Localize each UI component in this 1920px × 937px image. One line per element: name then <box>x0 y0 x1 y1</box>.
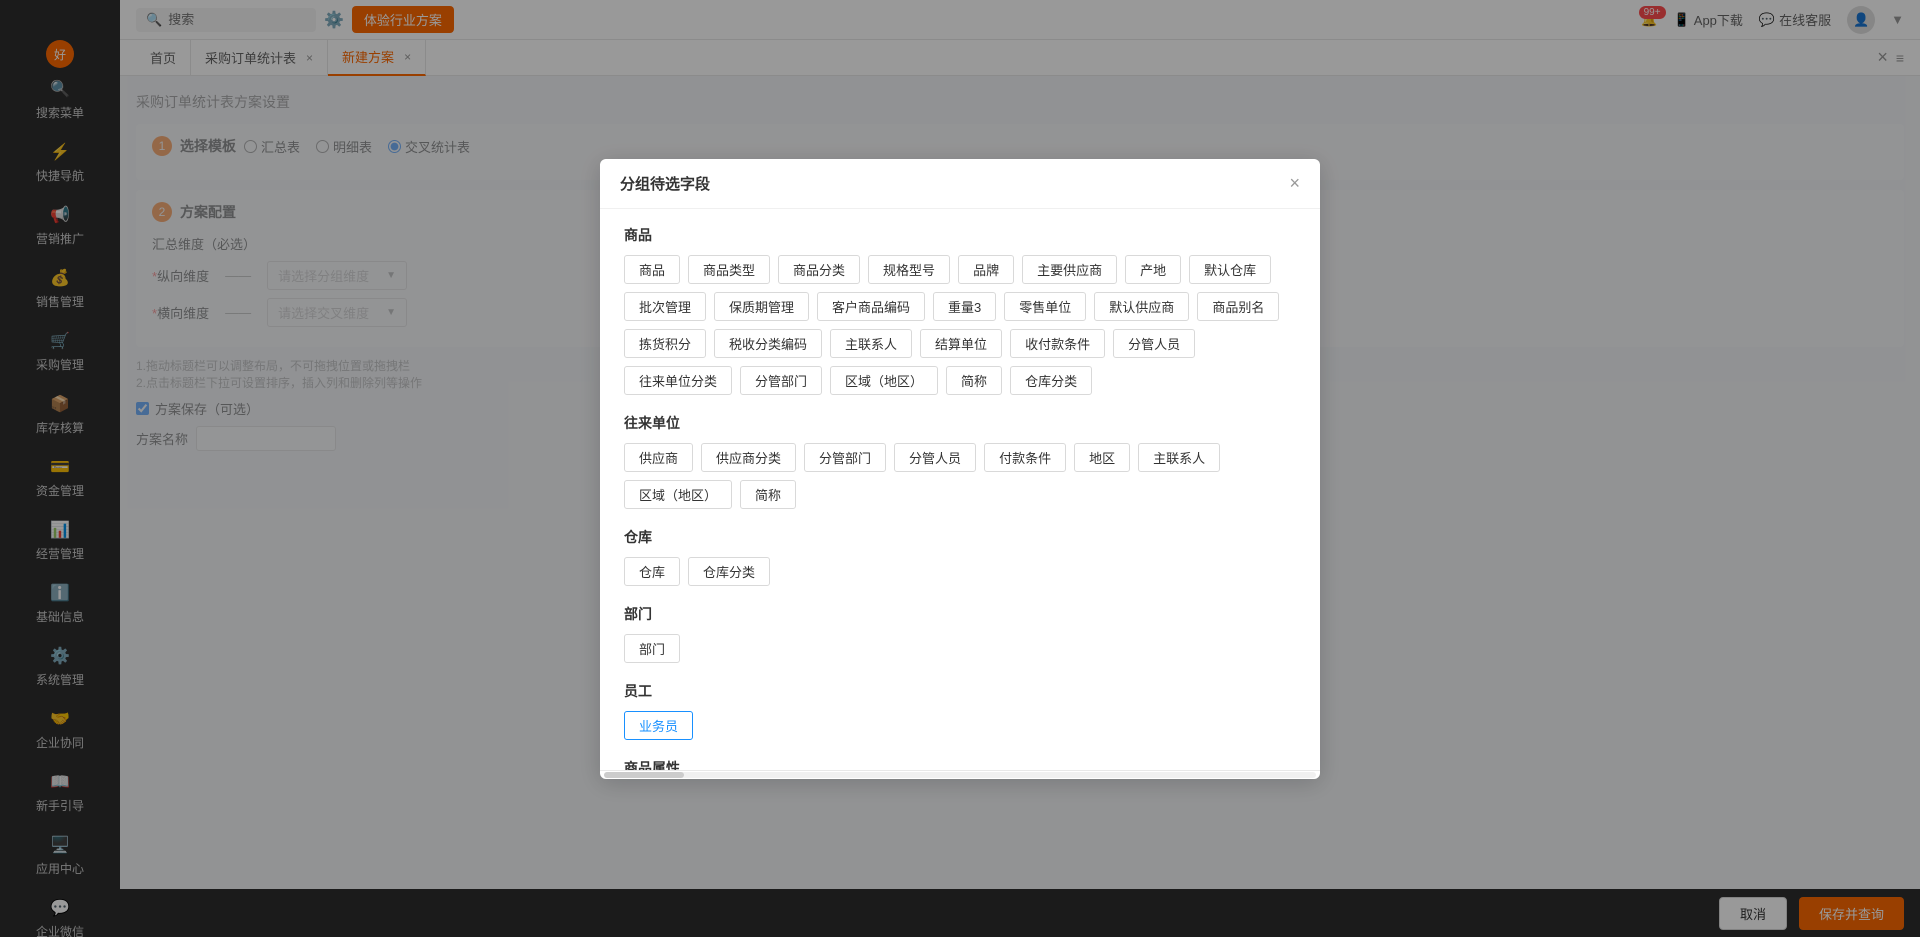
field-tag-partner-8[interactable]: 简称 <box>740 480 796 509</box>
field-tag-product-3[interactable]: 规格型号 <box>868 255 950 284</box>
field-tag-product-25[interactable]: 仓库分类 <box>1010 366 1092 395</box>
field-tag-product-20[interactable]: 分管人员 <box>1113 329 1195 358</box>
field-tag-product-15[interactable]: 拣货积分 <box>624 329 706 358</box>
dialog-close-button[interactable]: × <box>1289 173 1300 194</box>
field-section-title-department: 部门 <box>624 604 1296 624</box>
field-tag-product-24[interactable]: 简称 <box>946 366 1002 395</box>
field-section-product_attr: 商品属性属性颜色多规格尺码鞋码1 <box>624 758 1296 770</box>
field-tag-partner-7[interactable]: 区域（地区） <box>624 480 732 509</box>
field-tag-product-19[interactable]: 收付款条件 <box>1010 329 1105 358</box>
dialog-overlay: 分组待选字段 × 商品商品商品类型商品分类规格型号品牌主要供应商产地默认仓库批次… <box>0 0 1920 937</box>
field-tag-warehouse-1[interactable]: 仓库分类 <box>688 557 770 586</box>
field-tag-partner-6[interactable]: 主联系人 <box>1138 443 1220 472</box>
field-tag-employee-0[interactable]: 业务员 <box>624 711 693 740</box>
field-tag-product-11[interactable]: 重量3 <box>933 292 996 321</box>
field-section-title-warehouse: 仓库 <box>624 527 1296 547</box>
field-section-partner: 往来单位供应商供应商分类分管部门分管人员付款条件地区主联系人区域（地区） 简称 <box>624 413 1296 509</box>
dialog-header: 分组待选字段 × <box>600 159 1320 209</box>
field-tag-product-1[interactable]: 商品类型 <box>688 255 770 284</box>
field-tag-product-13[interactable]: 默认供应商 <box>1094 292 1189 321</box>
field-tag-product-5[interactable]: 主要供应商 <box>1022 255 1117 284</box>
dialog-body[interactable]: 商品商品商品类型商品分类规格型号品牌主要供应商产地默认仓库批次管理保质期管理客户… <box>600 209 1320 770</box>
field-tag-product-6[interactable]: 产地 <box>1125 255 1181 284</box>
field-tag-product-23[interactable]: 区域（地区） <box>830 366 938 395</box>
field-tag-product-7[interactable]: 默认仓库 <box>1189 255 1271 284</box>
field-tag-product-16[interactable]: 税收分类编码 <box>714 329 822 358</box>
field-tag-partner-4[interactable]: 付款条件 <box>984 443 1066 472</box>
field-section-warehouse: 仓库仓库仓库分类 <box>624 527 1296 586</box>
dialog-title: 分组待选字段 <box>620 173 710 194</box>
field-tag-product-4[interactable]: 品牌 <box>958 255 1014 284</box>
field-tag-product-0[interactable]: 商品 <box>624 255 680 284</box>
field-tag-product-21[interactable]: 往来单位分类 <box>624 366 732 395</box>
field-tags-product: 商品商品类型商品分类规格型号品牌主要供应商产地默认仓库批次管理保质期管理客户商品… <box>624 255 1296 395</box>
field-tags-warehouse: 仓库仓库分类 <box>624 557 1296 586</box>
field-section-department: 部门部门 <box>624 604 1296 663</box>
field-tag-product-9[interactable]: 保质期管理 <box>714 292 809 321</box>
field-tag-partner-2[interactable]: 分管部门 <box>804 443 886 472</box>
field-tag-department-0[interactable]: 部门 <box>624 634 680 663</box>
dialog: 分组待选字段 × 商品商品商品类型商品分类规格型号品牌主要供应商产地默认仓库批次… <box>600 159 1320 779</box>
field-tag-partner-5[interactable]: 地区 <box>1074 443 1130 472</box>
field-section-title-partner: 往来单位 <box>624 413 1296 433</box>
field-tag-warehouse-0[interactable]: 仓库 <box>624 557 680 586</box>
field-tag-product-8[interactable]: 批次管理 <box>624 292 706 321</box>
field-tags-partner: 供应商供应商分类分管部门分管人员付款条件地区主联系人区域（地区） 简称 <box>624 443 1296 509</box>
field-tag-partner-1[interactable]: 供应商分类 <box>701 443 796 472</box>
field-tag-product-12[interactable]: 零售单位 <box>1004 292 1086 321</box>
field-tag-partner-0[interactable]: 供应商 <box>624 443 693 472</box>
field-section-title-product_attr: 商品属性 <box>624 758 1296 770</box>
field-tags-employee: 业务员 <box>624 711 1296 740</box>
field-section-title-product: 商品 <box>624 225 1296 245</box>
field-tag-product-18[interactable]: 结算单位 <box>920 329 1002 358</box>
field-section-title-employee: 员工 <box>624 681 1296 701</box>
field-section-product: 商品商品商品类型商品分类规格型号品牌主要供应商产地默认仓库批次管理保质期管理客户… <box>624 225 1296 395</box>
field-tag-product-17[interactable]: 主联系人 <box>830 329 912 358</box>
field-tag-product-14[interactable]: 商品别名 <box>1197 292 1279 321</box>
dialog-scrollbar-h[interactable] <box>600 770 1320 779</box>
field-tag-product-10[interactable]: 客户商品编码 <box>817 292 925 321</box>
field-tag-product-22[interactable]: 分管部门 <box>740 366 822 395</box>
field-tag-product-2[interactable]: 商品分类 <box>778 255 860 284</box>
field-tags-department: 部门 <box>624 634 1296 663</box>
field-section-employee: 员工业务员 <box>624 681 1296 740</box>
field-tag-partner-3[interactable]: 分管人员 <box>894 443 976 472</box>
